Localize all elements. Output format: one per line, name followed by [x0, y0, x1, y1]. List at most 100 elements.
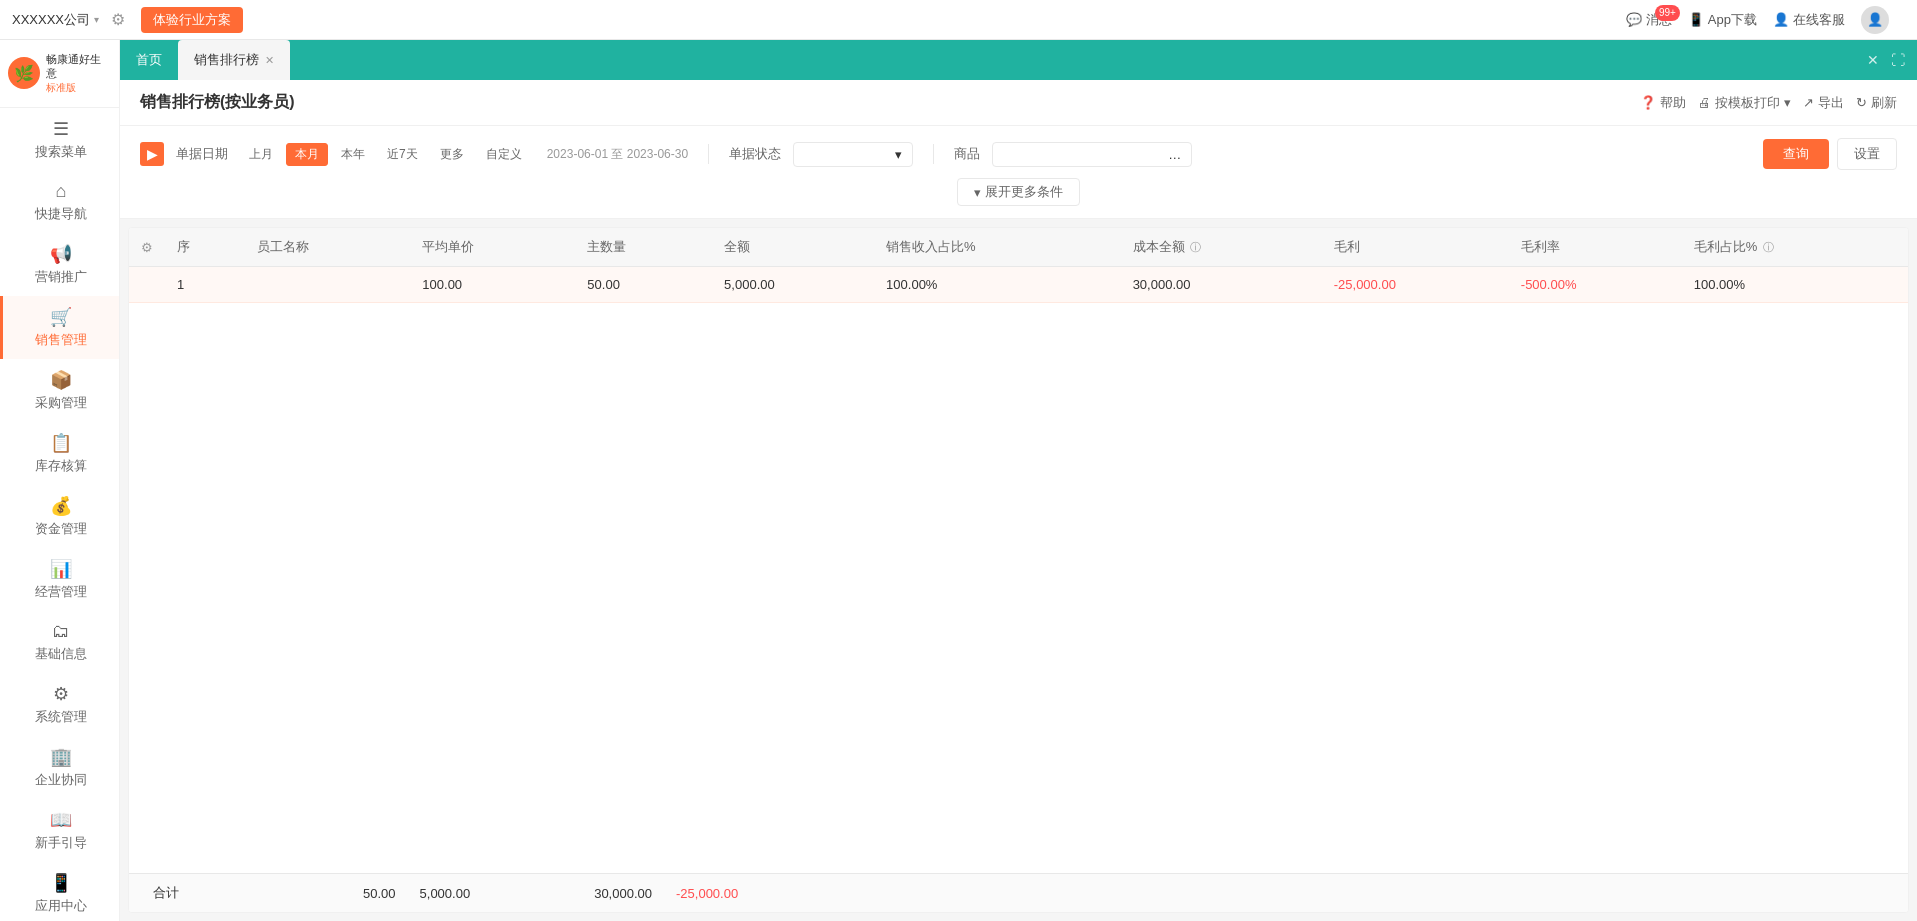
app-center-icon: 📱: [50, 872, 72, 894]
sidebar-item-label: 库存核算: [35, 457, 87, 475]
table-header-row: ⚙ 序 员工名称 平均单价 主数量 全额 销售收入占比% 成本全额 ⓘ: [129, 228, 1908, 267]
system-icon: ⚙: [53, 683, 69, 705]
expand-label: 展开更多条件: [985, 183, 1063, 201]
col-avg-price: 平均单价: [410, 228, 575, 267]
sidebar-item-guide[interactable]: 📖 新手引导: [0, 799, 119, 862]
sidebar-item-label: 采购管理: [35, 394, 87, 412]
page-title: 销售排行榜(按业务员): [140, 92, 295, 113]
tab-bar: 首页 销售排行榜 ✕ ✕ ⛶: [120, 40, 1917, 80]
col-settings-icon[interactable]: ⚙: [141, 240, 153, 255]
sidebar-item-basic-info[interactable]: 🗂 基础信息: [0, 611, 119, 673]
sidebar-item-system[interactable]: ⚙ 系统管理: [0, 673, 119, 736]
avatar-icon: 👤: [1867, 12, 1883, 27]
date-btn-current-year[interactable]: 本年: [332, 143, 374, 166]
refresh-label: 刷新: [1871, 94, 1897, 112]
online-service-btn[interactable]: 👤 在线客服: [1773, 11, 1845, 29]
inventory-icon: 📋: [50, 432, 72, 454]
main-layout: 🌿 畅康通好生意 标准版 ☰ 搜索菜单 ⌂ 快捷导航 📢 营销推广 🛒 销售管理…: [0, 40, 1917, 921]
sidebar-item-label: 营销推广: [35, 268, 87, 286]
sidebar-item-marketing[interactable]: 📢 营销推广: [0, 233, 119, 296]
avatar[interactable]: 👤: [1861, 6, 1889, 34]
cell-gross: -25,000.00: [1322, 267, 1509, 303]
col-settings: ⚙: [129, 228, 165, 267]
status-select[interactable]: ▾: [793, 142, 913, 167]
company-selector[interactable]: XXXXXX公司 ▾: [12, 11, 99, 29]
sidebar-item-finance[interactable]: 💰 资金管理: [0, 485, 119, 548]
sidebar-item-search-order[interactable]: ☰ 搜索菜单: [0, 108, 119, 171]
cell-quantity: 50.00: [575, 267, 712, 303]
date-btn-last-month[interactable]: 上月: [240, 143, 282, 166]
sidebar-item-label: 应用中心: [35, 897, 87, 915]
col-rank: 序: [165, 228, 245, 267]
company-name: XXXXXX公司: [12, 11, 90, 29]
help-label: 帮助: [1660, 94, 1686, 112]
sidebar-item-purchase[interactable]: 📦 采购管理: [0, 359, 119, 422]
goods-dots: …: [1168, 147, 1181, 162]
sidebar-item-inventory[interactable]: 📋 库存核算: [0, 422, 119, 485]
sidebar-item-label: 经营管理: [35, 583, 87, 601]
sidebar-item-app-center[interactable]: 📱 应用中心: [0, 862, 119, 921]
tab-sales-rank[interactable]: 销售排行榜 ✕: [178, 40, 290, 80]
status-label: 单据状态: [729, 145, 781, 163]
sidebar: 🌿 畅康通好生意 标准版 ☰ 搜索菜单 ⌂ 快捷导航 📢 营销推广 🛒 销售管理…: [0, 40, 120, 921]
sidebar-item-label: 资金管理: [35, 520, 87, 538]
trial-btn[interactable]: 体验行业方案: [141, 7, 243, 33]
service-label: 在线客服: [1793, 11, 1845, 29]
app-icon: 📱: [1688, 12, 1704, 27]
help-btn[interactable]: ❓ 帮助: [1640, 94, 1686, 112]
expand-more-btn[interactable]: ▾ 展开更多条件: [957, 178, 1080, 206]
export-btn[interactable]: ↗ 导出: [1803, 94, 1844, 112]
tab-maximize-icon[interactable]: ⛶: [1891, 52, 1905, 68]
tab-close-icon[interactable]: ✕: [265, 54, 274, 67]
cell-settings: [129, 267, 165, 303]
sidebar-item-operation[interactable]: 📊 经营管理: [0, 548, 119, 611]
page-header: 销售排行榜(按业务员) ❓ 帮助 🖨 按模板打印 ▾ ↗ 导出: [120, 80, 1917, 126]
cell-rank: 1: [165, 267, 245, 303]
cell-amount: 5,000.00: [712, 267, 874, 303]
filter-actions: 查询 设置: [1763, 138, 1897, 170]
gross-ratio-info-icon[interactable]: ⓘ: [1763, 241, 1774, 253]
quick-nav-icon: ⌂: [56, 181, 67, 202]
marketing-icon: 📢: [50, 243, 72, 265]
message-btn[interactable]: 💬 消息 99+: [1626, 11, 1672, 29]
table-footer: 合计 50.00 5,000.00 30,000.00 -25,000.00: [129, 873, 1908, 912]
date-btn-more[interactable]: 更多: [431, 143, 473, 166]
sidebar-item-enterprise[interactable]: 🏢 企业协同: [0, 736, 119, 799]
logo-badge: 标准版: [46, 81, 111, 95]
tab-bar-right: ✕ ⛶: [1867, 52, 1917, 68]
app-label: App下载: [1708, 11, 1757, 29]
filter-row-main: ▶ 单据日期 上月 本月 本年 近7天 更多 自定义 2023-06-01 至 …: [140, 138, 1897, 170]
filter-toggle-btn[interactable]: ▶: [140, 142, 164, 166]
sidebar-item-quick-nav[interactable]: ⌂ 快捷导航: [0, 171, 119, 233]
settings-filter-btn[interactable]: 设置: [1837, 138, 1897, 170]
print-btn[interactable]: 🖨 按模板打印 ▾: [1698, 94, 1791, 112]
tab-home[interactable]: 首页: [120, 40, 178, 80]
tab-sales-rank-label: 销售排行榜: [194, 51, 259, 69]
footer-label: 合计: [141, 884, 191, 902]
footer-amount: 5,000.00: [408, 886, 483, 901]
date-btn-last-7-days[interactable]: 近7天: [378, 143, 427, 166]
tab-close-all-icon[interactable]: ✕: [1867, 52, 1879, 68]
logo-text: 畅康通好生意: [46, 52, 111, 81]
table-row: 1 100.00 50.00 5,000.00 100.00% 30,000.0…: [129, 267, 1908, 303]
sidebar-item-label: 销售管理: [35, 331, 87, 349]
query-btn[interactable]: 查询: [1763, 139, 1829, 169]
table-wrap: ⚙ 序 员工名称 平均单价 主数量 全额 销售收入占比% 成本全额 ⓘ: [129, 228, 1908, 873]
date-btn-custom[interactable]: 自定义: [477, 143, 531, 166]
app-download-btn[interactable]: 📱 App下载: [1688, 11, 1757, 29]
filter-bar: ▶ 单据日期 上月 本月 本年 近7天 更多 自定义 2023-06-01 至 …: [120, 126, 1917, 219]
sidebar-item-sales[interactable]: 🛒 销售管理: [0, 296, 119, 359]
table-body: 1 100.00 50.00 5,000.00 100.00% 30,000.0…: [129, 267, 1908, 303]
refresh-btn[interactable]: ↻ 刷新: [1856, 94, 1897, 112]
col-quantity: 主数量: [575, 228, 712, 267]
filter-divider-2: [933, 144, 934, 164]
goods-select[interactable]: …: [992, 142, 1192, 167]
col-gross-ratio: 毛利占比% ⓘ: [1682, 228, 1908, 267]
date-btn-current-month[interactable]: 本月: [286, 143, 328, 166]
cost-info-icon[interactable]: ⓘ: [1190, 241, 1201, 253]
finance-icon: 💰: [50, 495, 72, 517]
settings-icon[interactable]: ⚙: [111, 10, 125, 29]
export-label: 导出: [1818, 94, 1844, 112]
cell-cost: 30,000.00: [1121, 267, 1322, 303]
basic-info-icon: 🗂: [52, 621, 70, 642]
